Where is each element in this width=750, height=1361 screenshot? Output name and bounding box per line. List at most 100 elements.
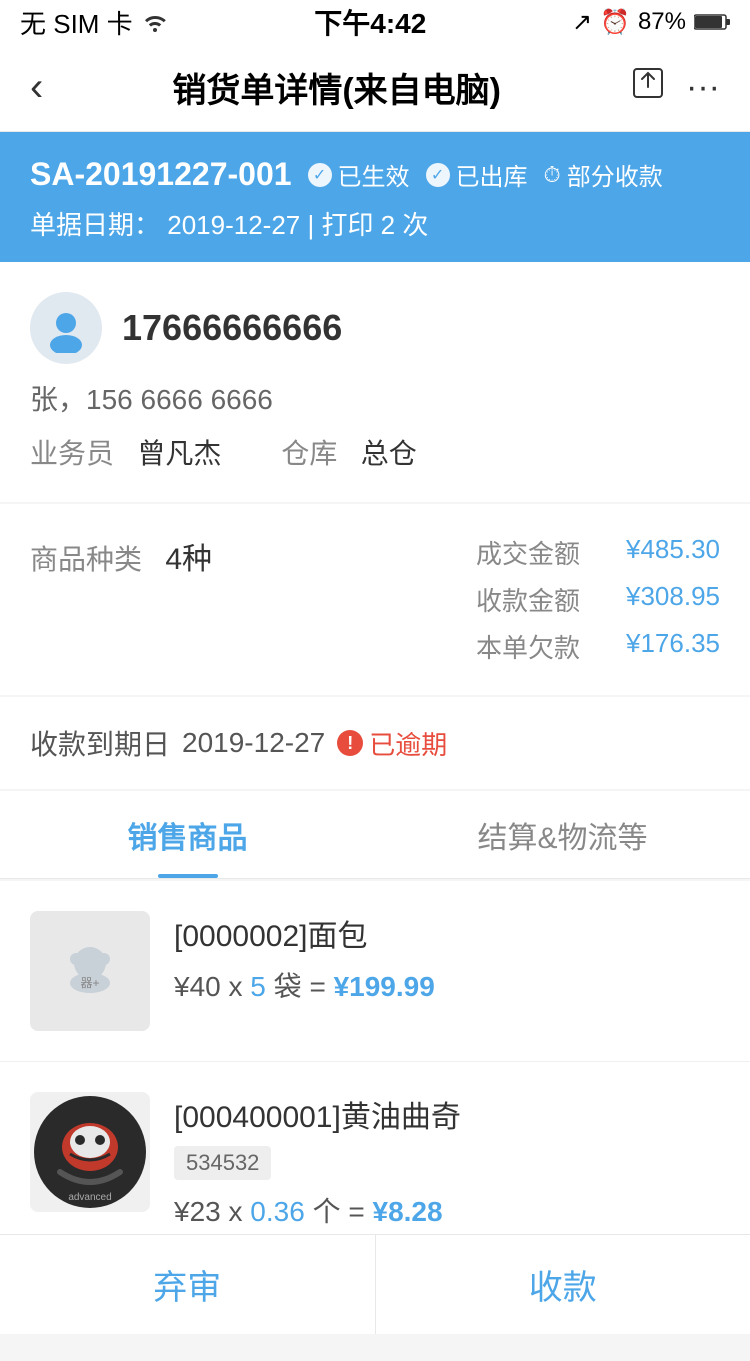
tabs-section: 销售商品 结算&物流等: [0, 791, 750, 879]
customer-top: 17666666666: [30, 292, 720, 364]
date-label: 单据日期：: [30, 210, 160, 240]
product-price-val-1: ¥40: [174, 971, 221, 1002]
payment-due-section: 收款到期日 2019-12-27 ! 已逾期: [0, 697, 750, 789]
owed-value: ¥176.35: [600, 628, 720, 665]
customer-phone: 17666666666: [122, 307, 342, 349]
order-header-top: SA-20191227-001 ✓ 已生效 ✓ 已出库 ⏱ 部分收款: [30, 156, 720, 193]
summary-section: 商品种类 4种 成交金额 ¥485.30 收款金额 ¥308.95 本单欠款 ¥…: [0, 504, 750, 695]
received-row: 收款金额 ¥308.95: [476, 581, 720, 618]
overdue-icon: !: [337, 730, 363, 756]
print-info: | 打印 2 次: [307, 210, 428, 240]
product-info-1: [0000002]面包 ¥40 x 5 袋 = ¥199.99: [174, 911, 720, 1005]
warehouse-value: 总仓: [361, 438, 417, 469]
status-label-2: 已出库: [456, 157, 528, 192]
nav-left: ‹: [30, 65, 43, 110]
product-price-1: ¥40 x 5 袋 = ¥199.99: [174, 965, 720, 1005]
summary-right: 成交金额 ¥485.30 收款金额 ¥308.95 本单欠款 ¥176.35: [476, 534, 720, 665]
deal-amount-label: 成交金额: [476, 534, 580, 571]
carrier-label: 无 SIM 卡: [20, 4, 133, 41]
cancel-button[interactable]: 弃审: [0, 1235, 376, 1334]
products-section: 器+ [0000002]面包 ¥40 x 5 袋 = ¥199.99: [0, 881, 750, 1261]
bottom-bar: 弃审 收款: [0, 1234, 750, 1334]
product-total-1: ¥199.99: [334, 971, 435, 1002]
product-thumb-placeholder-1: 器+: [30, 911, 150, 1031]
alarm-icon: ⏰: [600, 8, 630, 37]
product-price-val-2: ¥23: [174, 1196, 221, 1227]
status-time: 下午4:42: [314, 2, 426, 42]
product-sku-2: 534532: [174, 1146, 271, 1180]
product-unit-1: 袋: [274, 971, 302, 1002]
product-thumb-2: advanced: [30, 1092, 150, 1212]
svg-text:advanced: advanced: [68, 1192, 111, 1203]
product-qty-1: 5: [250, 971, 266, 1002]
product-name-1: [0000002]面包: [174, 911, 720, 955]
overdue-badge: ! 已逾期: [337, 725, 447, 762]
status-badge-2: ✓ 已出库: [426, 157, 528, 192]
tab-underline: [158, 874, 218, 878]
order-date-value: 2019-12-27: [167, 210, 300, 240]
tabs-row: 销售商品 结算&物流等: [0, 791, 750, 879]
product-unit-2: 个: [313, 1196, 341, 1227]
tab-sales-products-label: 销售商品: [128, 813, 248, 857]
battery-label: 87%: [638, 8, 686, 36]
product-item: advanced [000400001]黄油曲奇 534532 ¥23 x 0.…: [0, 1062, 750, 1261]
deal-amount-value: ¥485.30: [600, 534, 720, 571]
status-badge-3: ⏱ 部分收款: [544, 157, 663, 192]
nav-bar: ‹ 销货单详情(来自电脑) ···: [0, 44, 750, 132]
more-icon[interactable]: ···: [686, 68, 720, 107]
share-icon[interactable]: [630, 65, 666, 110]
product-item: 器+ [0000002]面包 ¥40 x 5 袋 = ¥199.99: [0, 881, 750, 1062]
owed-row: 本单欠款 ¥176.35: [476, 628, 720, 665]
check-icon-1: ✓: [308, 163, 332, 187]
order-date: 单据日期： 2019-12-27 | 打印 2 次: [30, 205, 720, 242]
owed-label: 本单欠款: [476, 628, 580, 665]
location-icon: ↗: [572, 8, 592, 37]
type-label: 商品种类: [30, 544, 142, 575]
status-bar: 无 SIM 卡 下午4:42 ↗ ⏰ 87%: [0, 0, 750, 44]
customer-meta: 业务员 曾凡杰 仓库 总仓: [30, 432, 720, 472]
payment-due-date: 2019-12-27: [182, 727, 325, 759]
tab-settlement[interactable]: 结算&物流等: [375, 791, 750, 878]
received-label: 收款金额: [476, 581, 580, 618]
cancel-label: 弃审: [153, 1260, 221, 1309]
customer-name: 张，156 6666 6666: [30, 378, 720, 418]
nav-right: ···: [630, 65, 720, 110]
clock-icon: ⏱: [544, 162, 561, 188]
product-thumb-1: 器+: [30, 911, 150, 1031]
warehouse-field: 仓库 总仓: [281, 432, 416, 472]
salesperson-label: 业务员: [30, 438, 114, 469]
payment-due-label: 收款到期日: [30, 723, 170, 763]
confirm-label: 收款: [529, 1260, 597, 1309]
order-number: SA-20191227-001: [30, 156, 292, 193]
type-count: 4种: [165, 543, 212, 576]
check-icon-2: ✓: [426, 163, 450, 187]
status-label-3: 部分收款: [567, 157, 663, 192]
customer-avatar: [30, 292, 102, 364]
product-total-2: ¥8.28: [373, 1196, 443, 1227]
product-name-2: [000400001]黄油曲奇: [174, 1092, 720, 1136]
summary-left: 商品种类 4种: [30, 534, 212, 578]
battery-icon: [694, 13, 730, 31]
product-qty-2: 0.36: [250, 1196, 305, 1227]
tab-sales-products[interactable]: 销售商品: [0, 791, 375, 878]
status-left: 无 SIM 卡: [20, 4, 169, 41]
deal-amount-row: 成交金额 ¥485.30: [476, 534, 720, 571]
salesperson-field: 业务员 曾凡杰: [30, 432, 221, 472]
svg-text:器+: 器+: [80, 976, 99, 990]
wifi-icon: [141, 12, 169, 32]
page-title: 销货单详情(来自电脑): [172, 63, 501, 112]
product-info-2: [000400001]黄油曲奇 534532 ¥23 x 0.36 个 = ¥8…: [174, 1092, 720, 1230]
received-value: ¥308.95: [600, 581, 720, 618]
confirm-button[interactable]: 收款: [376, 1235, 750, 1334]
status-badge-1: ✓ 已生效: [308, 157, 410, 192]
overdue-label: 已逾期: [369, 725, 447, 762]
status-label-1: 已生效: [338, 157, 410, 192]
status-right: ↗ ⏰ 87%: [572, 8, 730, 37]
customer-section: 17666666666 张，156 6666 6666 业务员 曾凡杰 仓库 总…: [0, 262, 750, 502]
salesperson-value: 曾凡杰: [137, 438, 221, 469]
order-header: SA-20191227-001 ✓ 已生效 ✓ 已出库 ⏱ 部分收款 单据日期：…: [0, 132, 750, 262]
warehouse-label: 仓库: [281, 438, 337, 469]
product-price-2: ¥23 x 0.36 个 = ¥8.28: [174, 1190, 720, 1230]
tab-settlement-label: 结算&物流等: [477, 813, 647, 857]
back-button[interactable]: ‹: [30, 65, 43, 110]
